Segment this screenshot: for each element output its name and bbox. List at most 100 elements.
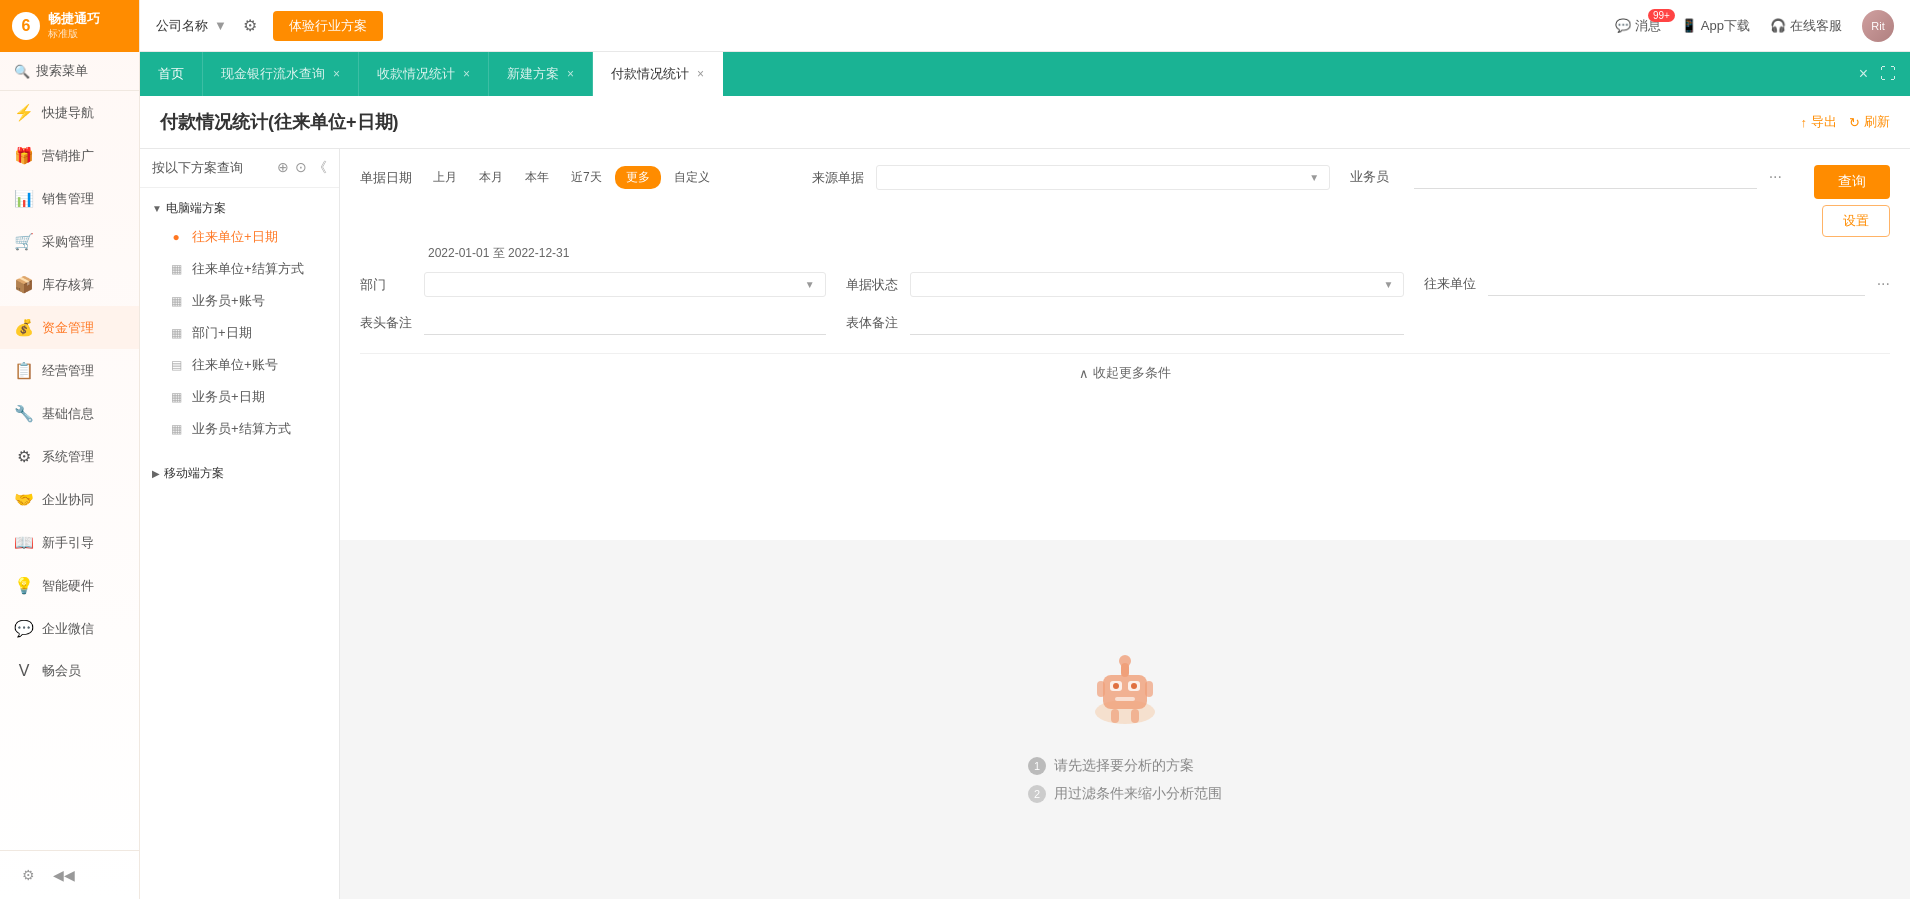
filter-docstatus-item: 单据状态 ▼ (846, 272, 1405, 297)
settings-bottom-btn[interactable]: ⚙ (14, 861, 42, 889)
results-area: 1 请先选择要分析的方案 2 用过滤条件来缩小分析范围 (340, 540, 1910, 899)
desktop-scheme-section: ▼ 电脑端方案 ● 往来单位+日期 ▦ 往来单位+结算方式 ▦ 业务员+账号 (140, 188, 339, 453)
export-label: 导出 (1811, 113, 1837, 131)
tab-new-scheme[interactable]: 新建方案 × (489, 52, 593, 96)
nav-icon-system: ⚙ (14, 447, 34, 466)
this-month-btn[interactable]: 本月 (470, 165, 512, 190)
payment-stats-tab-close[interactable]: × (697, 67, 704, 81)
new-scheme-tab-close[interactable]: × (567, 67, 574, 81)
service-label: 在线客服 (1790, 17, 1842, 35)
tab-bank-flow[interactable]: 现金银行流水查询 × (203, 52, 359, 96)
sidebar-item-guide[interactable]: 📖 新手引导 (0, 521, 139, 564)
user-avatar[interactable]: Rit (1862, 10, 1894, 42)
last-7days-btn[interactable]: 近7天 (562, 165, 611, 190)
collapse-more-conditions[interactable]: ∧ 收起更多条件 (360, 353, 1890, 392)
docstatus-select-arrow: ▼ (1383, 279, 1393, 290)
nav-label-inventory: 库存核算 (42, 276, 94, 294)
sidebar-item-member[interactable]: V 畅会员 (0, 650, 139, 692)
page-title: 付款情况统计(往来单位+日期) (160, 110, 399, 134)
refresh-btn[interactable]: ↻ 刷新 (1849, 113, 1890, 131)
fullscreen-tab-btn[interactable]: ⛶ (1876, 61, 1900, 87)
unit-dots-btn[interactable]: ··· (1877, 275, 1890, 293)
unit-input[interactable] (1488, 272, 1864, 296)
source-label: 来源单据 (812, 169, 868, 187)
sidebar-item-wechat[interactable]: 💬 企业微信 (0, 607, 139, 650)
source-select[interactable]: ▼ (876, 165, 1330, 190)
sidebar-item-hardware[interactable]: 💡 智能硬件 (0, 564, 139, 607)
mobile-section-toggle[interactable]: ▶ 移动端方案 (140, 461, 339, 486)
bank-flow-tab-close[interactable]: × (333, 67, 340, 81)
scheme-add-btn[interactable]: ⊕ (277, 159, 289, 177)
trial-btn[interactable]: 体验行业方案 (273, 11, 383, 41)
scheme-collapse-btn[interactable]: 《 (313, 159, 327, 177)
nav-icon-quick-nav: ⚡ (14, 103, 34, 122)
tab-payment-stats[interactable]: 付款情况统计 × (593, 52, 723, 96)
sidebar-item-inventory[interactable]: 📦 库存核算 (0, 263, 139, 306)
scheme-item-unit-account[interactable]: ▤ 往来单位+账号 (140, 349, 339, 381)
sidebar-item-system[interactable]: ⚙ 系统管理 (0, 435, 139, 478)
tip-num-1: 1 (1028, 757, 1046, 775)
filter-action-btns: 查询 设置 (1802, 165, 1890, 237)
dept-label: 部门 (360, 276, 416, 294)
topbar-settings-btn[interactable]: ⚙ (243, 16, 257, 35)
scheme-item-staff-date[interactable]: ▦ 业务员+日期 (140, 381, 339, 413)
svg-point-8 (1119, 655, 1131, 667)
message-icon: 💬 (1615, 18, 1631, 33)
sidebar-item-sales[interactable]: 📊 销售管理 (0, 177, 139, 220)
svg-point-4 (1113, 683, 1119, 689)
tip-text-1: 请先选择要分析的方案 (1054, 757, 1194, 775)
body-note-input[interactable] (910, 311, 1405, 335)
docstatus-select[interactable]: ▼ (910, 272, 1405, 297)
custom-btn[interactable]: 自定义 (665, 165, 719, 190)
filter-header-note-item: 表头备注 (360, 311, 826, 335)
date-buttons: 上月 本月 本年 近7天 更多 自定义 (424, 165, 719, 190)
tab-home[interactable]: 首页 (140, 52, 203, 96)
scheme-item-dept-date[interactable]: ▦ 部门+日期 (140, 317, 339, 349)
message-btn[interactable]: 💬 消息 99+ (1615, 17, 1661, 35)
sidebar-item-marketing[interactable]: 🎁 营销推广 (0, 134, 139, 177)
online-service-btn[interactable]: 🎧 在线客服 (1770, 17, 1842, 35)
app-label: App下载 (1701, 17, 1750, 35)
receipt-stats-tab-close[interactable]: × (463, 67, 470, 81)
sidebar-item-finance[interactable]: 💰 资金管理 (0, 306, 139, 349)
filter-settings-btn[interactable]: 设置 (1822, 205, 1890, 237)
sidebar-item-basic[interactable]: 🔧 基础信息 (0, 392, 139, 435)
home-tab-label: 首页 (158, 65, 184, 83)
sidebar-item-operation[interactable]: 📋 经营管理 (0, 349, 139, 392)
scheme-icon-unit-account: ▤ (168, 358, 184, 372)
sidebar-item-quick-nav[interactable]: ⚡ 快捷导航 (0, 91, 139, 134)
bank-flow-tab-label: 现金银行流水查询 (221, 65, 325, 83)
scheme-item-staff-settlement[interactable]: ▦ 业务员+结算方式 (140, 413, 339, 445)
scheme-item-unit-date[interactable]: ● 往来单位+日期 (140, 221, 339, 253)
app-download-btn[interactable]: 📱 App下载 (1681, 17, 1750, 35)
tab-receipt-stats[interactable]: 收款情况统计 × (359, 52, 489, 96)
company-selector[interactable]: 公司名称 ▼ (156, 17, 227, 35)
this-year-btn[interactable]: 本年 (516, 165, 558, 190)
scheme-item-unit-settlement[interactable]: ▦ 往来单位+结算方式 (140, 253, 339, 285)
main-area: 公司名称 ▼ ⚙ 体验行业方案 💬 消息 99+ 📱 App下载 🎧 在线客服 … (140, 0, 1910, 899)
query-btn[interactable]: 查询 (1814, 165, 1890, 199)
more-btn[interactable]: 更多 (615, 166, 661, 189)
nav-label-basic: 基础信息 (42, 405, 94, 423)
staff-input[interactable] (1414, 165, 1757, 189)
staff-dots-btn[interactable]: ··· (1769, 168, 1782, 186)
receipt-stats-tab-label: 收款情况统计 (377, 65, 455, 83)
scheme-settings-btn[interactable]: ⊙ (295, 159, 307, 177)
collapse-sidebar-btn[interactable]: ◀◀ (50, 861, 78, 889)
service-icon: 🎧 (1770, 18, 1786, 33)
export-btn[interactable]: ↑ 导出 (1801, 113, 1838, 131)
desktop-section-toggle[interactable]: ▼ 电脑端方案 (140, 196, 339, 221)
last-month-btn[interactable]: 上月 (424, 165, 466, 190)
content-area: 付款情况统计(往来单位+日期) ↑ 导出 ↻ 刷新 按以下方案查询 (140, 96, 1910, 899)
search-menu[interactable]: 🔍 搜索菜单 (0, 52, 139, 91)
scheme-icon-staff-date: ▦ (168, 390, 184, 404)
close-tab-btn[interactable]: × (1855, 61, 1872, 87)
dept-select[interactable]: ▼ (424, 272, 826, 297)
sidebar-item-company[interactable]: 🤝 企业协同 (0, 478, 139, 521)
svg-rect-6 (1115, 697, 1135, 701)
scheme-item-staff-account[interactable]: ▦ 业务员+账号 (140, 285, 339, 317)
sidebar-item-purchase[interactable]: 🛒 采购管理 (0, 220, 139, 263)
header-note-input[interactable] (424, 311, 826, 335)
nav-label-wechat: 企业微信 (42, 620, 94, 638)
nav-label-member: 畅会员 (42, 662, 81, 680)
